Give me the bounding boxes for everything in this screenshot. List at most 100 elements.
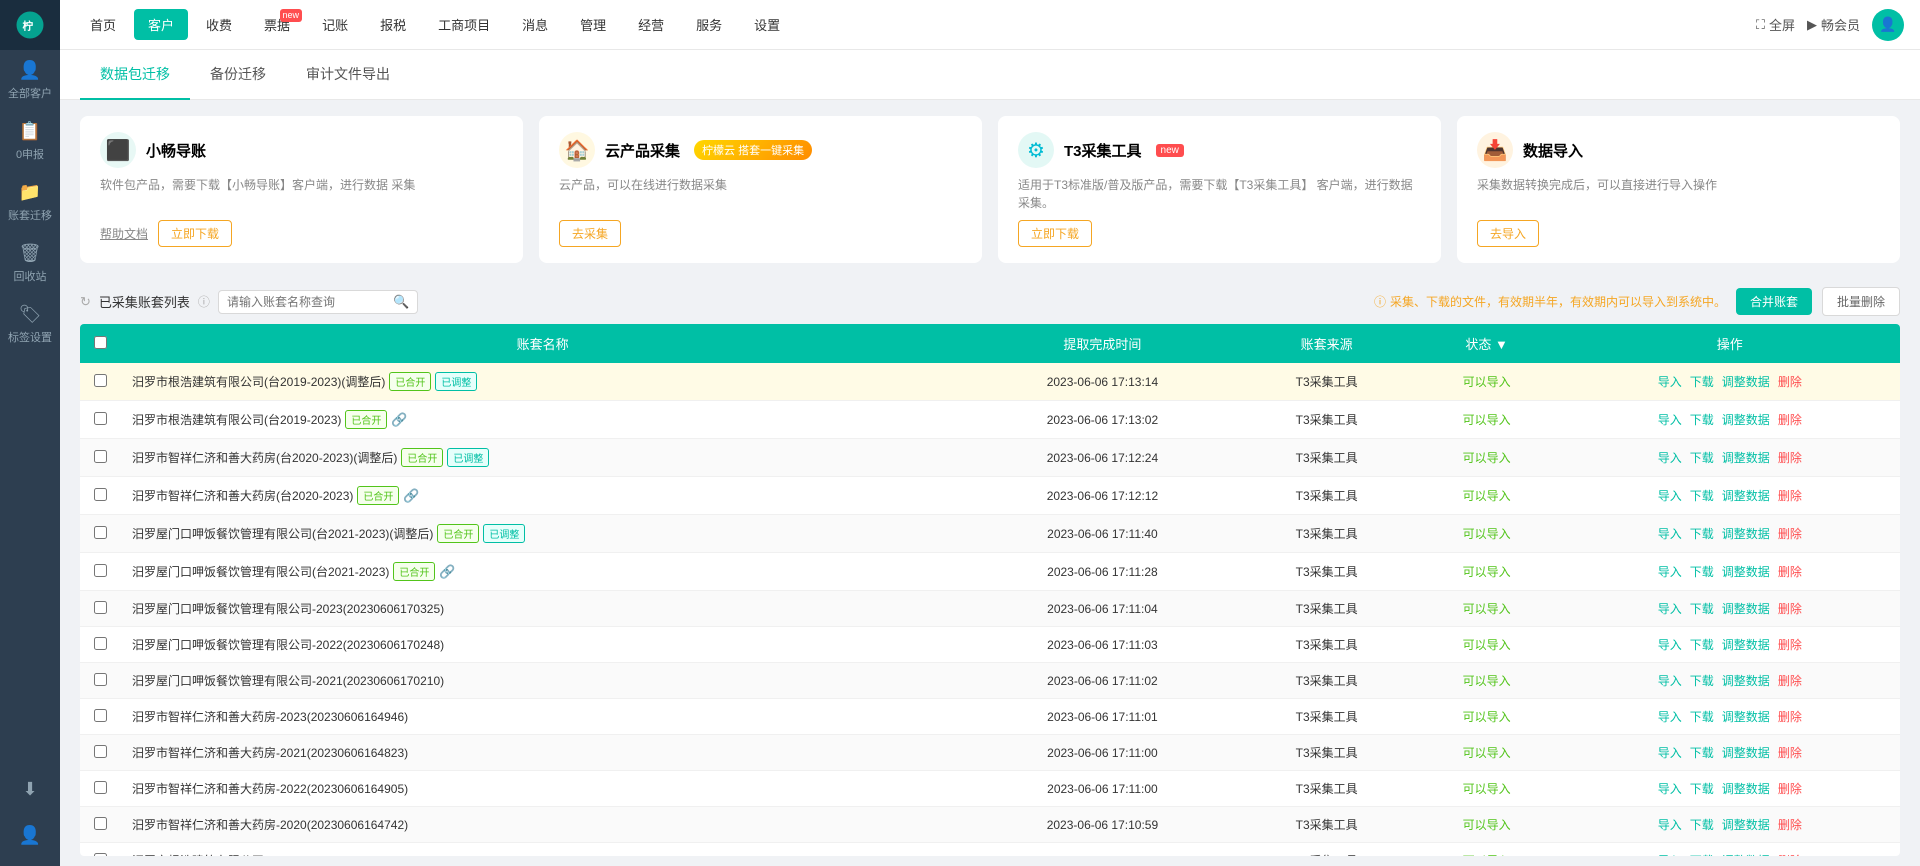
action-调整数据[interactable]: 调整数据 — [1722, 852, 1770, 856]
action-导入[interactable]: 导入 — [1658, 373, 1682, 390]
action-调整数据[interactable]: 调整数据 — [1722, 411, 1770, 428]
help-doc-link[interactable]: 帮助文档 — [100, 225, 148, 242]
nav-tax[interactable]: 报税 — [366, 9, 420, 40]
action-下载[interactable]: 下载 — [1690, 636, 1714, 653]
action-调整数据[interactable]: 调整数据 — [1722, 525, 1770, 542]
row-checkbox[interactable] — [94, 450, 107, 463]
nav-tickets[interactable]: 票据 new — [250, 9, 304, 40]
sidebar-item-user[interactable]: 👤 — [0, 815, 60, 856]
row-checkbox[interactable] — [94, 781, 107, 794]
action-调整数据[interactable]: 调整数据 — [1722, 373, 1770, 390]
row-checkbox[interactable] — [94, 745, 107, 758]
fullscreen-button[interactable]: ⛶ 全屏 — [1756, 15, 1795, 34]
row-checkbox[interactable] — [94, 526, 107, 539]
vip-button[interactable]: ▶ 畅会员 — [1807, 15, 1860, 34]
action-删除[interactable]: 删除 — [1778, 816, 1802, 833]
row-checkbox[interactable] — [94, 564, 107, 577]
search-icon[interactable]: 🔍 — [393, 294, 409, 310]
action-导入[interactable]: 导入 — [1658, 636, 1682, 653]
action-导入[interactable]: 导入 — [1658, 525, 1682, 542]
action-下载[interactable]: 下载 — [1690, 744, 1714, 761]
nav-biz[interactable]: 工商项目 — [424, 9, 504, 40]
sidebar-item-account-migration[interactable]: 📁 账套迁移 — [0, 172, 60, 233]
row-checkbox[interactable] — [94, 673, 107, 686]
action-删除[interactable]: 删除 — [1778, 744, 1802, 761]
action-删除[interactable]: 删除 — [1778, 852, 1802, 856]
row-link-icon[interactable]: 🔗 — [391, 412, 407, 427]
action-调整数据[interactable]: 调整数据 — [1722, 708, 1770, 725]
action-调整数据[interactable]: 调整数据 — [1722, 672, 1770, 689]
action-调整数据[interactable]: 调整数据 — [1722, 563, 1770, 580]
action-调整数据[interactable]: 调整数据 — [1722, 816, 1770, 833]
avatar[interactable]: 👤 — [1872, 9, 1904, 41]
action-调整数据[interactable]: 调整数据 — [1722, 600, 1770, 617]
action-导入[interactable]: 导入 — [1658, 852, 1682, 856]
action-删除[interactable]: 删除 — [1778, 636, 1802, 653]
batch-delete-button[interactable]: 批量删除 — [1822, 287, 1900, 316]
action-下载[interactable]: 下载 — [1690, 449, 1714, 466]
nav-operations[interactable]: 经营 — [624, 9, 678, 40]
merge-accounts-button[interactable]: 合并账套 — [1736, 288, 1812, 315]
action-删除[interactable]: 删除 — [1778, 780, 1802, 797]
action-删除[interactable]: 删除 — [1778, 708, 1802, 725]
action-下载[interactable]: 下载 — [1690, 780, 1714, 797]
action-删除[interactable]: 删除 — [1778, 449, 1802, 466]
action-下载[interactable]: 下载 — [1690, 600, 1714, 617]
action-下载[interactable]: 下载 — [1690, 852, 1714, 856]
action-导入[interactable]: 导入 — [1658, 563, 1682, 580]
action-导入[interactable]: 导入 — [1658, 672, 1682, 689]
action-下载[interactable]: 下载 — [1690, 487, 1714, 504]
row-link-icon[interactable]: 🔗 — [403, 488, 419, 503]
row-checkbox[interactable] — [94, 637, 107, 650]
row-checkbox[interactable] — [94, 853, 107, 857]
nav-home[interactable]: 首页 — [76, 9, 130, 40]
nav-bookkeeping[interactable]: 记账 — [308, 9, 362, 40]
row-checkbox[interactable] — [94, 817, 107, 830]
action-导入[interactable]: 导入 — [1658, 600, 1682, 617]
action-删除[interactable]: 删除 — [1778, 672, 1802, 689]
select-all-checkbox[interactable] — [94, 336, 107, 349]
action-调整数据[interactable]: 调整数据 — [1722, 449, 1770, 466]
action-删除[interactable]: 删除 — [1778, 487, 1802, 504]
import-btn-dataimport[interactable]: 去导入 — [1477, 220, 1539, 247]
action-删除[interactable]: 删除 — [1778, 563, 1802, 580]
action-导入[interactable]: 导入 — [1658, 487, 1682, 504]
action-下载[interactable]: 下载 — [1690, 563, 1714, 580]
action-调整数据[interactable]: 调整数据 — [1722, 780, 1770, 797]
download-btn-t3tool[interactable]: 立即下载 — [1018, 220, 1092, 247]
sidebar-item-recycle[interactable]: 🗑 回收站 — [0, 233, 60, 294]
action-调整数据[interactable]: 调整数据 — [1722, 487, 1770, 504]
action-调整数据[interactable]: 调整数据 — [1722, 636, 1770, 653]
action-下载[interactable]: 下载 — [1690, 816, 1714, 833]
row-checkbox[interactable] — [94, 412, 107, 425]
action-导入[interactable]: 导入 — [1658, 780, 1682, 797]
action-删除[interactable]: 删除 — [1778, 373, 1802, 390]
nav-settings[interactable]: 设置 — [740, 9, 794, 40]
action-导入[interactable]: 导入 — [1658, 744, 1682, 761]
sidebar-item-download[interactable]: ⬇ — [0, 769, 60, 810]
app-logo[interactable]: 柠 — [0, 0, 60, 50]
sidebar-item-tag-settings[interactable]: 🏷 标签设置 — [0, 294, 60, 355]
action-下载[interactable]: 下载 — [1690, 411, 1714, 428]
action-导入[interactable]: 导入 — [1658, 708, 1682, 725]
help-icon[interactable]: ⓘ — [198, 293, 210, 310]
sidebar-item-zero-report[interactable]: 📋 0申报 — [0, 111, 60, 172]
refresh-icon[interactable]: ↻ — [80, 294, 91, 310]
row-link-icon[interactable]: 🔗 — [439, 564, 455, 579]
action-调整数据[interactable]: 调整数据 — [1722, 744, 1770, 761]
row-checkbox[interactable] — [94, 374, 107, 387]
row-checkbox[interactable] — [94, 709, 107, 722]
action-删除[interactable]: 删除 — [1778, 411, 1802, 428]
download-btn-xiaochange[interactable]: 立即下载 — [158, 220, 232, 247]
tab-audit-export[interactable]: 审计文件导出 — [286, 50, 410, 100]
action-下载[interactable]: 下载 — [1690, 708, 1714, 725]
action-删除[interactable]: 删除 — [1778, 525, 1802, 542]
row-checkbox[interactable] — [94, 488, 107, 501]
tab-backup-migration[interactable]: 备份迁移 — [190, 50, 286, 100]
nav-services[interactable]: 服务 — [682, 9, 736, 40]
action-下载[interactable]: 下载 — [1690, 373, 1714, 390]
action-导入[interactable]: 导入 — [1658, 816, 1682, 833]
search-input[interactable] — [227, 295, 387, 309]
collect-btn-yunproduct[interactable]: 去采集 — [559, 220, 621, 247]
nav-messages[interactable]: 消息 — [508, 9, 562, 40]
